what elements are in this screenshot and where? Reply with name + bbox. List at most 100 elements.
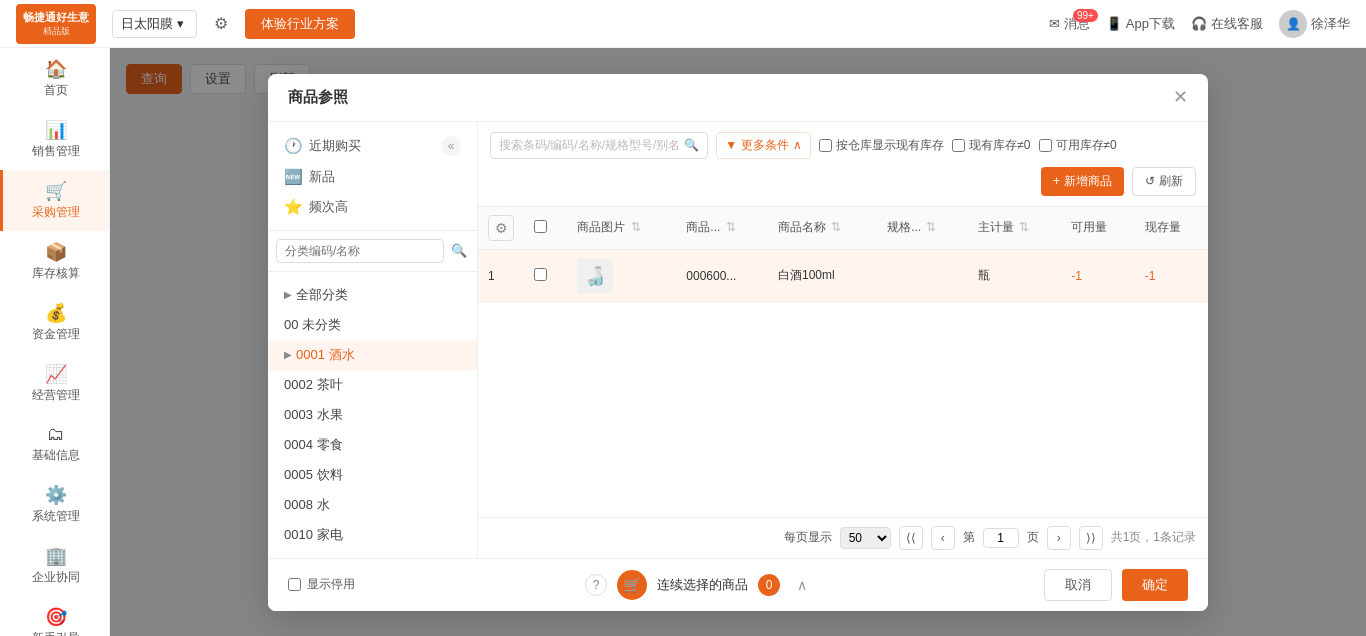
- category-item-0002[interactable]: 0002 茶叶: [268, 370, 477, 400]
- settings-icon[interactable]: ⚙: [205, 8, 237, 40]
- checkbox-warehouse-stock-label: 按仓库显示现有库存: [836, 137, 944, 154]
- sidebar-item-operation[interactable]: 📈 经营管理: [0, 353, 109, 414]
- sidebar-item-finance[interactable]: 💰 资金管理: [0, 292, 109, 353]
- category-item-00[interactable]: 00 未分类: [268, 310, 477, 340]
- modal-body: 🕐 近期购买 « 🆕 新品 ⭐ 频次高: [268, 122, 1208, 558]
- sidebar-item-enterprise[interactable]: 🏢 企业协同: [0, 535, 109, 596]
- table-settings-icon[interactable]: ⚙: [488, 215, 514, 241]
- product-table: ⚙ 商品图片 ⇅: [478, 207, 1208, 303]
- show-disabled-checkbox[interactable]: 显示停用: [288, 576, 355, 593]
- category-item-0001[interactable]: ▶ 0001 酒水: [268, 340, 477, 370]
- table-row[interactable]: 1 🍶 000600... 白酒100ml: [478, 249, 1208, 302]
- page-next-btn[interactable]: ›: [1047, 526, 1071, 550]
- modal-product-ref: 商品参照 ✕ 🕐 近期购买 « �: [268, 74, 1208, 611]
- help-icon[interactable]: ?: [585, 574, 607, 596]
- cancel-button[interactable]: 取消: [1044, 569, 1112, 601]
- page-last-btn[interactable]: ⟩⟩: [1079, 526, 1103, 550]
- experience-btn[interactable]: 体验行业方案: [245, 9, 355, 39]
- select-all-checkbox[interactable]: [534, 220, 547, 233]
- modal-right-panel: 搜索条码/编码/名称/规格型号/别名 🔍 ▼ 更多条件 ∧ 按仓库显示现有库存: [478, 122, 1208, 558]
- per-page-label: 每页显示: [784, 529, 832, 546]
- modal-footer: 显示停用 ? 🛒 连续选择的商品 0 ∧ 取消 确定: [268, 558, 1208, 611]
- checkbox-nonzero-stock[interactable]: 现有库存≠0: [952, 137, 1030, 154]
- sidebar-label-system: 系统管理: [32, 508, 80, 525]
- nav-item-recent[interactable]: 🕐 近期购买 «: [276, 130, 469, 162]
- sidebar-label-basic: 基础信息: [32, 447, 80, 464]
- sidebar-item-inventory[interactable]: 📦 库存核算: [0, 231, 109, 292]
- sidebar-item-newguide[interactable]: 🎯 新手引导: [0, 596, 109, 636]
- page-prev-btn[interactable]: ‹: [931, 526, 955, 550]
- row-image: 🍶: [567, 249, 676, 302]
- checkbox-nonzero-stock-input[interactable]: [952, 139, 965, 152]
- messages-btn[interactable]: ✉ 消息 99+: [1049, 15, 1090, 33]
- th-name: 商品名称 ⇅: [768, 207, 877, 250]
- confirm-button[interactable]: 确定: [1122, 569, 1188, 601]
- page-first-btn[interactable]: ⟨⟨: [899, 526, 923, 550]
- product-search-field[interactable]: 搜索条码/编码/名称/规格型号/别名 🔍: [490, 132, 708, 159]
- category-label-0008: 0008 水: [284, 496, 330, 514]
- sidebar-item-sales[interactable]: 📊 销售管理: [0, 109, 109, 170]
- category-item-all[interactable]: ▶ 全部分类: [268, 280, 477, 310]
- th-code-label: 商品...: [686, 220, 720, 234]
- nav-item-new[interactable]: 🆕 新品: [276, 162, 469, 192]
- logo-title: 畅捷通好生意: [23, 10, 89, 25]
- avatar: 👤: [1279, 10, 1307, 38]
- app-download-btn[interactable]: 📱 App下载: [1106, 15, 1175, 33]
- category-label-0001: 0001 酒水: [296, 346, 355, 364]
- store-selector[interactable]: 日太阳膜 ▾: [112, 10, 197, 38]
- logo-sub: 精品版: [43, 25, 70, 38]
- per-page-select[interactable]: 50 10 20 100: [840, 527, 891, 549]
- category-label-all: 全部分类: [296, 286, 348, 304]
- category-item-0004[interactable]: 0004 零食: [268, 430, 477, 460]
- sidebar-label-enterprise: 企业协同: [32, 569, 80, 586]
- sidebar-item-system[interactable]: ⚙️ 系统管理: [0, 474, 109, 535]
- checkbox-warehouse-stock-input[interactable]: [819, 139, 832, 152]
- checkbox-available-nonzero[interactable]: 可用库存≠0: [1039, 137, 1117, 154]
- show-disabled-input[interactable]: [288, 578, 301, 591]
- product-thumbnail: 🍶: [577, 258, 613, 294]
- row-code: 000600...: [676, 249, 768, 302]
- nav-item-frequent[interactable]: ⭐ 频次高: [276, 192, 469, 222]
- sidebar-item-purchase[interactable]: 🛒 采购管理: [0, 170, 109, 231]
- category-item-0005[interactable]: 0005 饮料: [268, 460, 477, 490]
- sort-image-icon: ⇅: [631, 220, 641, 234]
- sidebar-item-home[interactable]: 🏠 首页: [0, 48, 109, 109]
- cart-icon[interactable]: 🛒: [617, 570, 647, 600]
- sidebar-label-home: 首页: [44, 82, 68, 99]
- checkbox-available-nonzero-input[interactable]: [1039, 139, 1052, 152]
- category-item-0003[interactable]: 0003 水果: [268, 400, 477, 430]
- category-item-0008[interactable]: 0008 水: [268, 490, 477, 520]
- modal-pagination: 每页显示 50 10 20 100 ⟨⟨ ‹ 第 页: [478, 517, 1208, 558]
- message-icon: ✉: [1049, 16, 1060, 31]
- refresh-btn[interactable]: ↺ 刷新: [1132, 167, 1196, 196]
- checkbox-nonzero-stock-label: 现有库存≠0: [969, 137, 1030, 154]
- page-total-info: 共1页，1条记录: [1111, 529, 1196, 546]
- dropdown-arrow-icon: ▾: [177, 16, 184, 31]
- page-label: 第: [963, 529, 975, 546]
- checkbox-warehouse-stock[interactable]: 按仓库显示现有库存: [819, 137, 944, 154]
- th-settings: ⚙: [478, 207, 524, 250]
- sidebar-label-newguide: 新手引导: [32, 630, 80, 636]
- nav-collapse-btn[interactable]: «: [441, 136, 461, 156]
- th-code: 商品... ⇅: [676, 207, 768, 250]
- sort-spec-icon: ⇅: [926, 220, 936, 234]
- row-select-checkbox[interactable]: [534, 268, 547, 281]
- user-btn[interactable]: 👤 徐泽华: [1279, 10, 1350, 38]
- sidebar-item-basic[interactable]: 🗂 基础信息: [0, 414, 109, 474]
- row-checkbox: [524, 249, 567, 302]
- collapse-cart-btn[interactable]: ∧: [790, 573, 814, 597]
- add-product-btn[interactable]: + 新增商品: [1041, 167, 1124, 196]
- navbar: 畅捷通好生意 精品版 日太阳膜 ▾ ⚙ 体验行业方案 ✉ 消息 99+ 📱 Ap…: [0, 0, 1366, 48]
- messages-badge: 99+: [1073, 9, 1098, 22]
- category-label-0003: 0003 水果: [284, 406, 343, 424]
- online-service-btn[interactable]: 🎧 在线客服: [1191, 15, 1263, 33]
- category-search-btn[interactable]: 🔍: [448, 239, 469, 263]
- more-filter-btn[interactable]: ▼ 更多条件 ∧: [716, 132, 811, 159]
- recent-icon: 🕐: [284, 137, 303, 155]
- modal-overlay: 商品参照 ✕ 🕐 近期购买 « �: [110, 48, 1366, 636]
- category-item-0010[interactable]: 0010 家电: [268, 520, 477, 550]
- page-unit: 页: [1027, 529, 1039, 546]
- modal-close-icon[interactable]: ✕: [1173, 88, 1188, 106]
- category-search-input[interactable]: [276, 239, 444, 263]
- page-number-input[interactable]: [983, 528, 1019, 548]
